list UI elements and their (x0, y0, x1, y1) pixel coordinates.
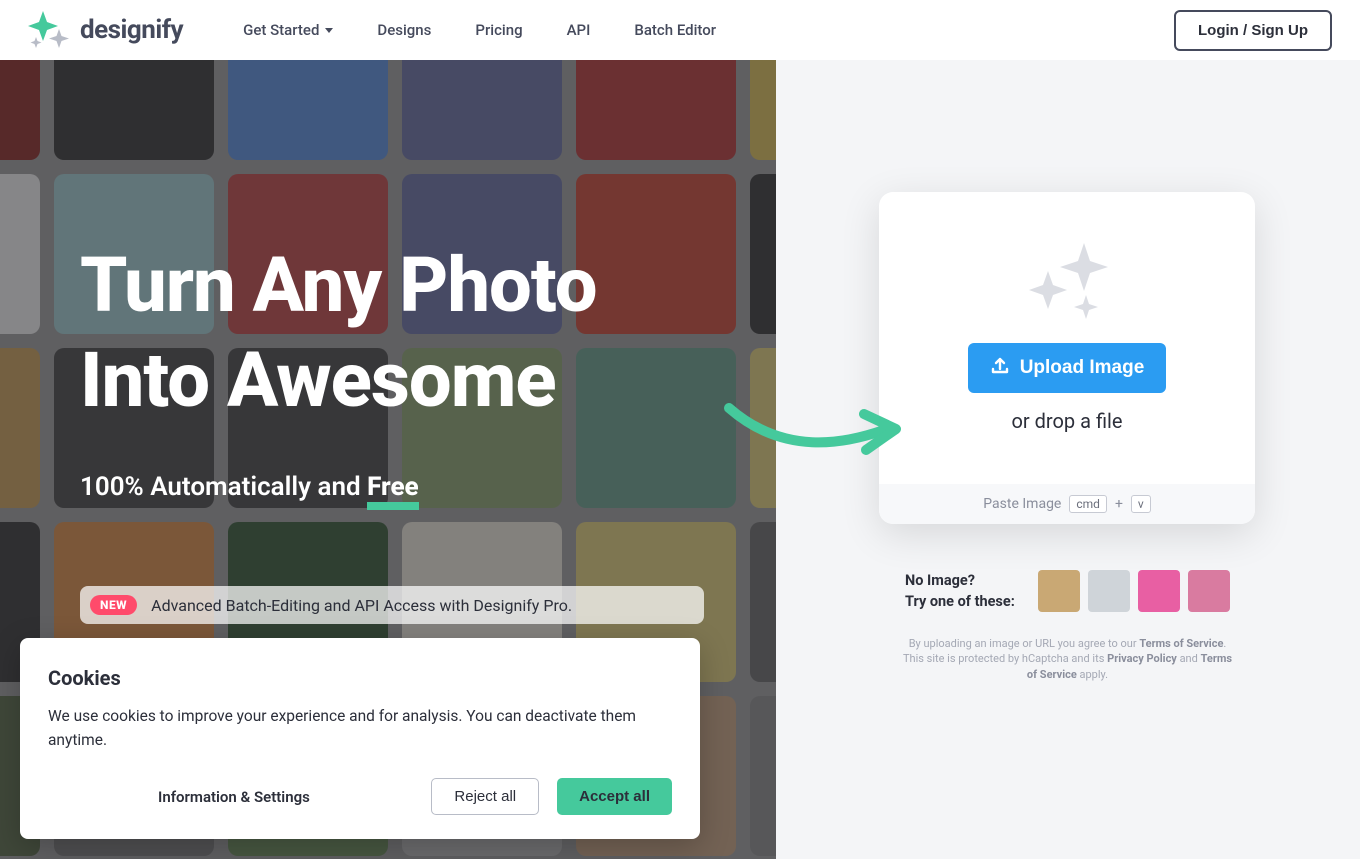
samples-line1: No Image? (905, 572, 975, 589)
reject-all-button[interactable]: Reject all (431, 778, 539, 815)
samples-text: No Image? Try one of these: (905, 570, 1015, 612)
hero-line2: Into Awesome (80, 335, 556, 425)
sample-thumbs (1038, 570, 1230, 612)
subhead-free: Free (367, 472, 419, 502)
nav-designs[interactable]: Designs (377, 21, 431, 39)
pro-banner[interactable]: NEW Advanced Batch-Editing and API Acces… (80, 586, 704, 624)
nav-batch-editor[interactable]: Batch Editor (634, 21, 716, 39)
hero-line1: Turn Any Photo (80, 240, 597, 330)
header: designify Get Started Designs Pricing AP… (0, 0, 1360, 60)
kbd-plus: + (1115, 496, 1123, 512)
upload-button-label: Upload Image (1020, 357, 1145, 379)
cookie-dialog: Cookies We use cookies to improve your e… (20, 638, 700, 839)
kbd-v: v (1131, 495, 1151, 513)
upload-card[interactable]: Upload Image or drop a file Paste Image … (879, 192, 1255, 524)
drop-file-text: or drop a file (1012, 409, 1123, 433)
hero-title: Turn Any Photo Into Awesome (80, 238, 720, 428)
sample-thumb[interactable] (1038, 570, 1080, 612)
pro-banner-text: Advanced Batch-Editing and API Access wi… (151, 596, 572, 615)
nav-get-started[interactable]: Get Started (243, 21, 333, 39)
sparkle-icon (28, 9, 70, 51)
sample-thumb[interactable] (1138, 570, 1180, 612)
upload-image-button[interactable]: Upload Image (968, 343, 1167, 393)
sample-images: No Image? Try one of these: (905, 570, 1230, 612)
login-signup-button[interactable]: Login / Sign Up (1174, 10, 1332, 51)
arrow-icon (724, 396, 904, 466)
privacy-link[interactable]: Privacy Policy (1107, 652, 1177, 665)
sample-thumb[interactable] (1088, 570, 1130, 612)
cookie-settings-link[interactable]: Information & Settings (158, 788, 310, 806)
nav-pricing[interactable]: Pricing (475, 21, 522, 39)
paste-label: Paste Image (983, 496, 1061, 512)
upload-icon (990, 355, 1010, 381)
sample-thumb[interactable] (1188, 570, 1230, 612)
nav-api[interactable]: API (567, 21, 591, 39)
sparkle-icon (1024, 243, 1110, 327)
brand-logo[interactable]: designify (28, 9, 183, 51)
nav-label: Get Started (243, 21, 319, 39)
cookie-actions: Information & Settings Reject all Accept… (48, 778, 672, 815)
hero-subhead: 100% Automatically and Free (80, 472, 720, 502)
legal-text: By uploading an image or URL you agree t… (900, 636, 1235, 682)
upload-dropzone[interactable]: Upload Image or drop a file (879, 192, 1255, 484)
accept-all-button[interactable]: Accept all (557, 778, 672, 815)
kbd-cmd: cmd (1069, 495, 1107, 513)
subhead-prefix: 100% Automatically and (80, 472, 367, 502)
tos-link[interactable]: Terms of Service (1139, 637, 1223, 650)
main-nav: Get Started Designs Pricing API Batch Ed… (243, 21, 716, 39)
cookie-title: Cookies (48, 666, 672, 690)
chevron-down-icon (325, 28, 333, 33)
cookie-body: We use cookies to improve your experienc… (48, 704, 672, 752)
hero: Turn Any Photo Into Awesome 100% Automat… (80, 238, 720, 624)
brand-name: designify (80, 15, 183, 45)
samples-line2: Try one of these: (905, 593, 1015, 610)
new-badge: NEW (90, 595, 137, 615)
paste-hint: Paste Image cmd + v (879, 484, 1255, 524)
